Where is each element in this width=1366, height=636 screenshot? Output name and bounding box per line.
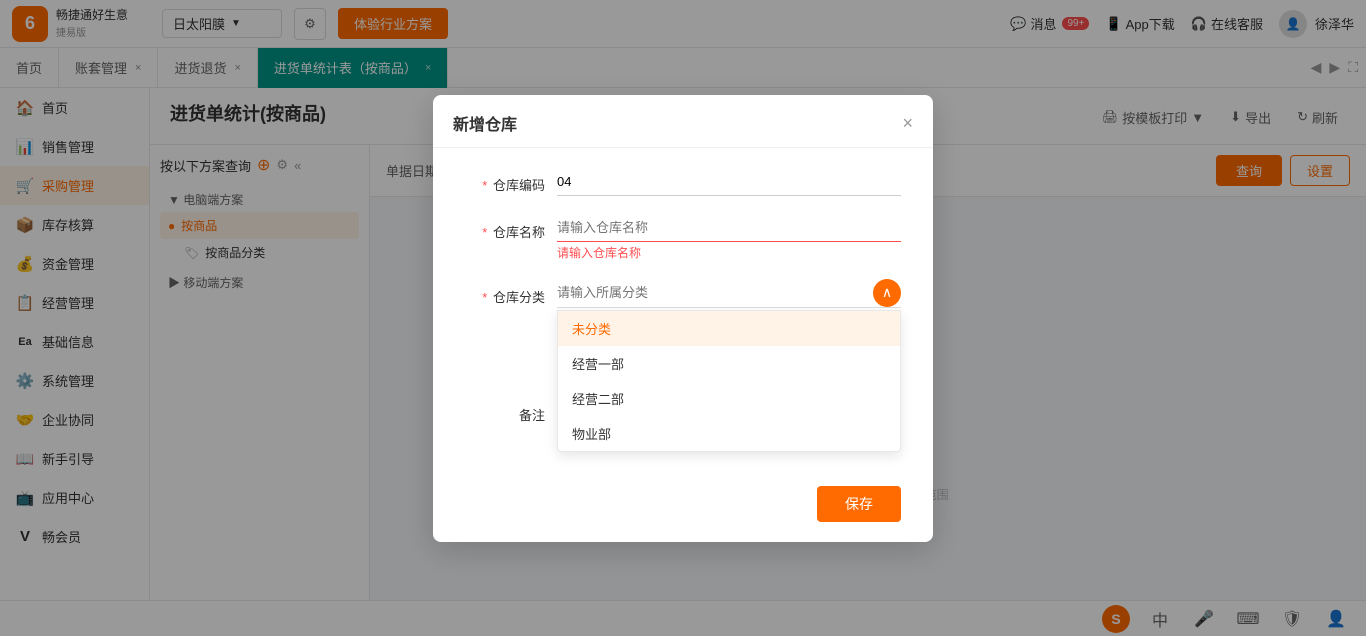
category-label: * 仓库分类 [465, 280, 545, 306]
dialog-footer: 保存 [433, 486, 933, 522]
category-dropdown: 未分类 经营一部 经营二部 物业部 [557, 310, 901, 452]
code-input[interactable] [557, 168, 901, 196]
note-label: 备注 [465, 398, 545, 424]
name-error-msg: 请输入仓库名称 [557, 244, 901, 261]
name-row: * 仓库名称 请输入仓库名称 [465, 214, 901, 261]
dialog-header: 新增仓库 × [433, 95, 933, 148]
dropdown-item-uncategorized[interactable]: 未分类 [558, 311, 900, 346]
code-label: * 仓库编码 [465, 168, 545, 194]
code-row: * 仓库编码 [465, 168, 901, 196]
category-input-wrap: ∧ [557, 279, 901, 308]
dropdown-item-dept2[interactable]: 经营二部 [558, 381, 900, 416]
category-row: * 仓库分类 ∧ 未分类 经营一部 经营二部 物业部 [465, 279, 901, 308]
dropdown-item-dept3[interactable]: 物业部 [558, 416, 900, 451]
dialog-title: 新增仓库 [453, 111, 517, 135]
dropdown-item-dept1[interactable]: 经营一部 [558, 346, 900, 381]
category-toggle-button[interactable]: ∧ [873, 279, 901, 307]
dialog-body: * 仓库编码 * 仓库名称 请输入仓库名称 [433, 148, 933, 486]
dialog-close-button[interactable]: × [902, 114, 913, 132]
name-input[interactable] [557, 214, 901, 242]
save-button[interactable]: 保存 [817, 486, 901, 522]
category-input[interactable] [557, 279, 873, 306]
add-warehouse-dialog: 新增仓库 × * 仓库编码 * 仓库名称 [433, 95, 933, 542]
name-label: * 仓库名称 [465, 215, 545, 241]
dialog-overlay: 新增仓库 × * 仓库编码 * 仓库名称 [0, 0, 1366, 636]
